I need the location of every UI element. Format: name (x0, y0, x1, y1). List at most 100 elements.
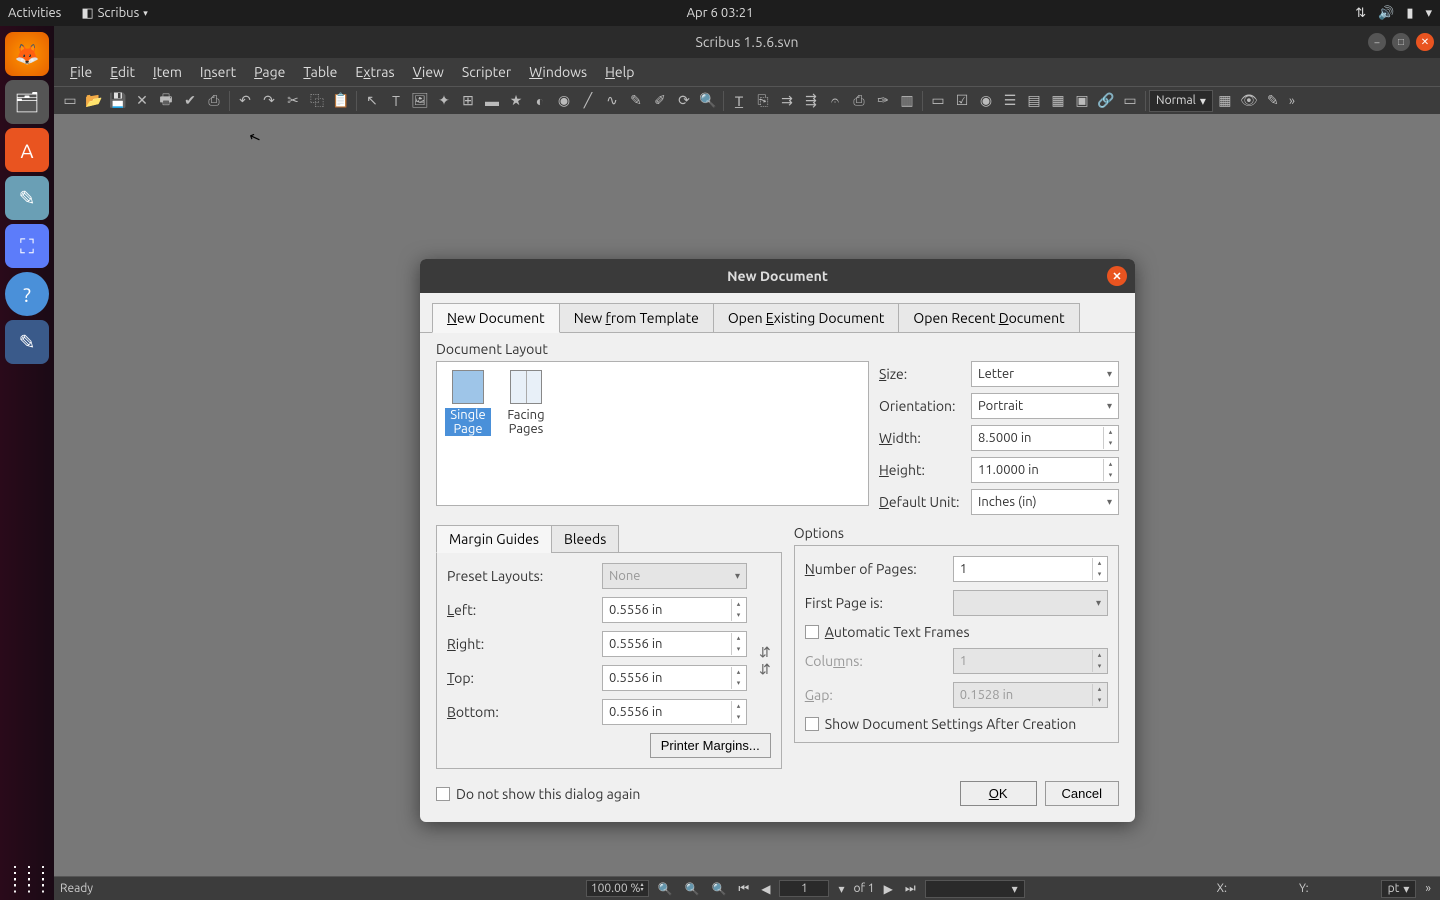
screenshot-icon[interactable]: ⛶ (5, 224, 49, 268)
zoom-input[interactable]: 100.00 %▴▾ (586, 880, 649, 897)
network-icon[interactable]: ⇅ (1355, 6, 1366, 21)
story-editor-icon[interactable]: ⎘ (751, 89, 775, 113)
preview-icon[interactable]: 👁 (1237, 89, 1261, 113)
toolbar-overflow-icon[interactable]: » (1285, 94, 1299, 108)
preflight-icon[interactable]: ✔ (178, 89, 202, 113)
layout-facing-pages[interactable]: Facing Pages (503, 370, 549, 497)
spiral-icon[interactable]: ◉ (552, 89, 576, 113)
pdf-annot-icon[interactable]: 🔗 (1094, 89, 1118, 113)
cancel-button[interactable]: Cancel (1045, 781, 1119, 806)
unit-select[interactable]: Inches (in) (971, 489, 1119, 515)
battery-icon[interactable]: ▮ (1406, 6, 1413, 21)
line-icon[interactable]: ╱ (576, 89, 600, 113)
arc-icon[interactable]: ◐ (528, 89, 552, 113)
canvas[interactable]: ↖ New Document ✕ New Document New from T… (54, 114, 1440, 876)
link-margins-icon[interactable]: ⇵⇵ (759, 644, 771, 678)
close-icon[interactable]: ✕ (130, 89, 154, 113)
pdf-radio-icon[interactable]: ◉ (974, 89, 998, 113)
first-page-icon[interactable]: ⏮ (735, 882, 752, 896)
size-select[interactable]: Letter (971, 361, 1119, 387)
render-icon[interactable]: ✦ (432, 89, 456, 113)
menu-extras[interactable]: Extras (347, 61, 402, 83)
width-input[interactable]: 8.5000 in▴▾ (971, 425, 1119, 451)
save-icon[interactable]: 💾 (106, 89, 130, 113)
tab-bleeds[interactable]: Bleeds (551, 525, 619, 553)
pdf-icon[interactable]: ⎙ (202, 89, 226, 113)
pdf-link-icon[interactable]: ▣ (1070, 89, 1094, 113)
layout-single-page[interactable]: Single Page (445, 370, 491, 497)
software-icon[interactable]: A (5, 128, 49, 172)
show-settings-checkbox[interactable]: Show Document Settings After Creation (805, 716, 1108, 732)
pdf-list-icon[interactable]: ☰ (998, 89, 1022, 113)
rotate-icon[interactable]: ⟳ (672, 89, 696, 113)
files-icon[interactable]: 🗂 (5, 80, 49, 124)
undo-icon[interactable]: ↶ (233, 89, 257, 113)
tab-margin-guides[interactable]: Margin Guides (436, 525, 552, 553)
menu-table[interactable]: Table (295, 61, 345, 83)
calligraphy-icon[interactable]: ✐ (648, 89, 672, 113)
page-input[interactable]: 1 (779, 880, 829, 897)
tab-open-existing[interactable]: Open Existing Document (713, 303, 900, 333)
menu-file[interactable]: File (62, 61, 100, 83)
prev-page-icon[interactable]: ◀ (758, 882, 773, 896)
pdf-text-icon[interactable]: ▭ (926, 89, 950, 113)
pdf-anchor-icon[interactable]: ▭ (1118, 89, 1142, 113)
left-input[interactable]: 0.5556 in▴▾ (602, 597, 747, 623)
npages-input[interactable]: 1▴▾ (953, 556, 1108, 582)
app-menu[interactable]: ◧ Scribus ▾ (81, 6, 147, 21)
scribus-icon[interactable]: ✎ (5, 320, 49, 364)
menu-view[interactable]: View (405, 61, 452, 83)
app-grid-icon[interactable]: ⋮⋮⋮⋮⋮⋮⋮⋮⋮ (6, 870, 48, 888)
new-icon[interactable]: ▭ (58, 89, 82, 113)
color-icon[interactable]: ▦ (1213, 89, 1237, 113)
menu-help[interactable]: Help (597, 61, 642, 83)
pdf-combo-icon[interactable]: ▤ (1022, 89, 1046, 113)
imageframe-icon[interactable]: 🖼 (408, 89, 432, 113)
link-frames-icon[interactable]: ⇉ (775, 89, 799, 113)
barcode-icon[interactable]: ▥ (895, 89, 919, 113)
layer-select[interactable]: ▾ (925, 880, 1025, 898)
tab-new-document[interactable]: New Document (432, 303, 560, 333)
last-page-icon[interactable]: ⏭ (902, 882, 919, 896)
redo-icon[interactable]: ↷ (257, 89, 281, 113)
tab-new-template[interactable]: New from Template (559, 303, 714, 333)
page-drop-icon[interactable]: ▾ (835, 882, 847, 896)
zoom-in-icon[interactable]: 🔍 (708, 882, 729, 896)
height-input[interactable]: 11.0000 in▴▾ (971, 457, 1119, 483)
bezier-icon[interactable]: ∿ (600, 89, 624, 113)
edit-text-icon[interactable]: T̲ (727, 89, 751, 113)
ok-button[interactable]: OK (960, 781, 1037, 806)
right-input[interactable]: 0.5556 in▴▾ (602, 631, 747, 657)
select-icon[interactable]: ↖ (360, 89, 384, 113)
textframe-icon[interactable]: T (384, 89, 408, 113)
clock[interactable]: Apr 6 03:21 (687, 6, 754, 20)
bottom-input[interactable]: 0.5556 in▴▾ (602, 699, 747, 725)
paste-icon[interactable]: 📋 (329, 89, 353, 113)
statusbar-overflow-icon[interactable]: » (1422, 882, 1434, 895)
zoom-reset-icon[interactable]: 🔍 (681, 882, 702, 896)
unit-select[interactable]: pt▾ (1381, 880, 1417, 898)
menu-scripter[interactable]: Scripter (454, 61, 519, 83)
minimize-button[interactable]: – (1368, 33, 1386, 51)
orientation-select[interactable]: Portrait (971, 393, 1119, 419)
chevron-down-icon[interactable]: ▾ (1425, 6, 1432, 21)
volume-icon[interactable]: 🔊 (1378, 6, 1394, 21)
top-input[interactable]: 0.5556 in▴▾ (602, 665, 747, 691)
menu-page[interactable]: Page (246, 61, 293, 83)
menu-edit[interactable]: Edit (102, 61, 143, 83)
copy-props-icon[interactable]: ⎙ (847, 89, 871, 113)
cut-icon[interactable]: ✂ (281, 89, 305, 113)
texteditor-icon[interactable]: ✎ (5, 176, 49, 220)
copy-icon[interactable]: ⿻ (305, 89, 329, 113)
open-icon[interactable]: 📂 (82, 89, 106, 113)
preview-mode-select[interactable]: Normal▾ (1149, 90, 1213, 112)
eyedrop-icon[interactable]: ✑ (871, 89, 895, 113)
close-button[interactable]: ✕ (1416, 33, 1434, 51)
zoom-out-icon[interactable]: 🔍 (655, 882, 676, 896)
menu-item[interactable]: Item (145, 61, 190, 83)
menu-insert[interactable]: Insert (192, 61, 244, 83)
unlink-frames-icon[interactable]: ⇶ (799, 89, 823, 113)
next-page-icon[interactable]: ▶ (881, 882, 896, 896)
pdf-check-icon[interactable]: ☑ (950, 89, 974, 113)
help-icon[interactable]: ? (5, 272, 49, 316)
